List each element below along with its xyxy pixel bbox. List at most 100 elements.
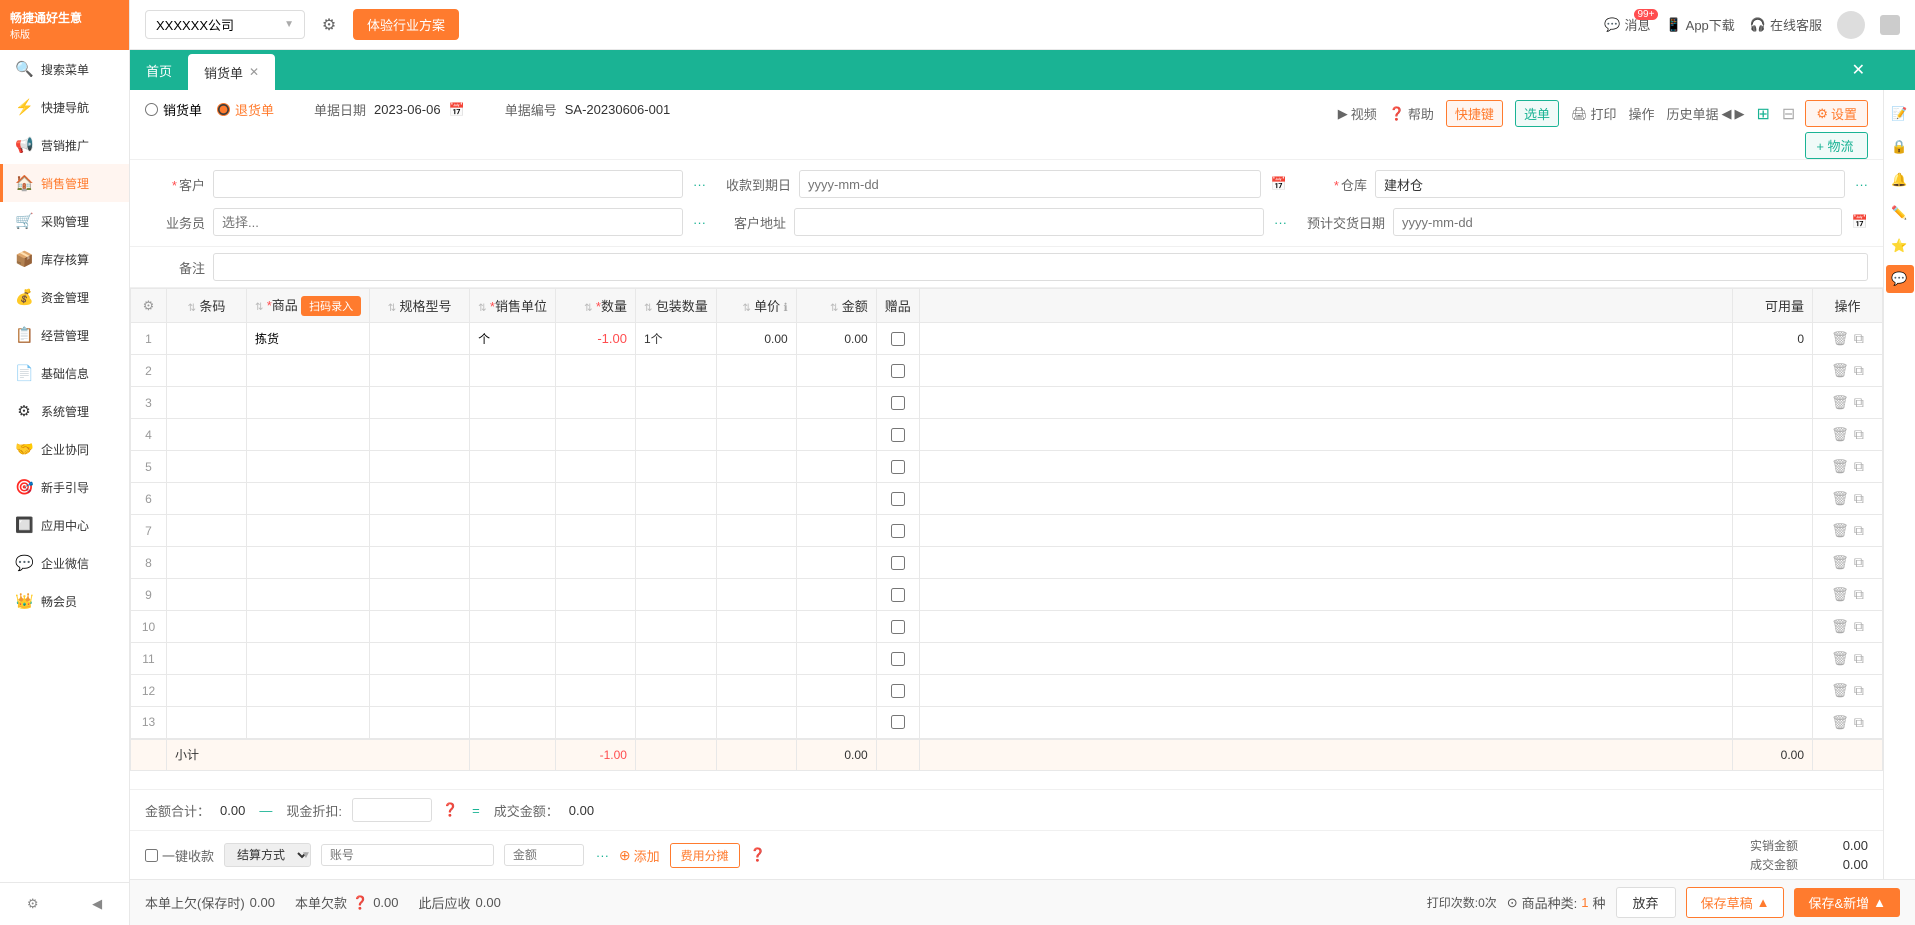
row-gift-0[interactable]	[876, 323, 919, 355]
spec-input-4[interactable]	[378, 460, 461, 474]
payment-date-input[interactable]	[799, 170, 1261, 198]
barcode-sort-icon[interactable]: ⇅	[188, 303, 196, 314]
unit-input-4[interactable]	[478, 460, 547, 474]
notes-input[interactable]	[213, 253, 1868, 281]
row-product-3[interactable]	[247, 419, 370, 451]
salesperson-input[interactable]	[213, 208, 683, 236]
sidebar-item-14[interactable]: 👑畅会员	[0, 582, 129, 620]
cash-discount-input[interactable]	[352, 798, 432, 822]
row-spec-1[interactable]	[370, 355, 470, 387]
gift-checkbox-10[interactable]	[891, 652, 905, 666]
gift-checkbox-4[interactable]	[891, 460, 905, 474]
row-amount-7[interactable]	[796, 547, 876, 579]
spec-sort-icon[interactable]: ⇅	[388, 303, 396, 314]
user-avatar2[interactable]	[1880, 15, 1900, 35]
customer-address-input[interactable]	[794, 208, 1264, 236]
shortcut-link[interactable]: 快捷键	[1446, 100, 1503, 127]
row-pkg-5[interactable]	[635, 483, 716, 515]
gift-checkbox-6[interactable]	[891, 524, 905, 538]
row-product-2[interactable]	[247, 387, 370, 419]
spec-input-0[interactable]	[378, 332, 461, 346]
unit-input-3[interactable]	[478, 428, 547, 442]
delete-icon-0[interactable]: 🗑	[1831, 330, 1849, 347]
row-product-8[interactable]	[247, 579, 370, 611]
row-barcode-0[interactable]	[167, 323, 247, 355]
topbar-gear-btn[interactable]: ⚙	[315, 11, 343, 39]
row-spec-12[interactable]	[370, 707, 470, 739]
rt-note-btn[interactable]: 📝	[1886, 100, 1914, 128]
row-qty-8[interactable]	[555, 579, 635, 611]
row-barcode-7[interactable]	[167, 547, 247, 579]
gift-checkbox-0[interactable]	[891, 332, 905, 346]
gift-checkbox-8[interactable]	[891, 588, 905, 602]
row-amount-3[interactable]	[796, 419, 876, 451]
company-selector[interactable]: XXXXXX公司 ▼	[145, 10, 305, 39]
settlement-method-select[interactable]: 结算方式	[224, 843, 311, 867]
settings-button[interactable]: ⚙ 设置	[1805, 100, 1868, 127]
copy-icon-3[interactable]: ⧉	[1854, 426, 1864, 443]
online-service-btn[interactable]: 🎧 在线客服	[1750, 15, 1822, 34]
row-spec-8[interactable]	[370, 579, 470, 611]
radio-kinds-icon[interactable]: ⊙	[1507, 895, 1518, 911]
spec-input-12[interactable]	[378, 715, 461, 729]
barcode-input-5[interactable]	[175, 492, 238, 506]
row-gift-10[interactable]	[876, 643, 919, 675]
row-spec-4[interactable]	[370, 451, 470, 483]
barcode-input-10[interactable]	[175, 652, 238, 666]
row-barcode-8[interactable]	[167, 579, 247, 611]
unit-input-9[interactable]	[478, 620, 547, 634]
barcode-input-9[interactable]	[175, 620, 238, 634]
unit-input-2[interactable]	[478, 396, 547, 410]
payment-more-btn[interactable]: ···	[596, 848, 609, 863]
message-btn[interactable]: 💬 消息 99+	[1604, 15, 1650, 34]
unit-input-1[interactable]	[478, 364, 547, 378]
row-product-9[interactable]	[247, 611, 370, 643]
row-barcode-3[interactable]	[167, 419, 247, 451]
copy-icon-10[interactable]: ⧉	[1854, 650, 1864, 667]
product-input-0[interactable]	[255, 331, 361, 345]
history-link[interactable]: 历史单据 ◀ ▶	[1667, 104, 1745, 123]
row-amount-5[interactable]	[796, 483, 876, 515]
row-amount-4[interactable]	[796, 451, 876, 483]
row-gift-1[interactable]	[876, 355, 919, 387]
unit-input-5[interactable]	[478, 492, 547, 506]
row-gift-11[interactable]	[876, 675, 919, 707]
product-input-10[interactable]	[255, 652, 361, 666]
delete-icon-11[interactable]: 🗑	[1831, 682, 1849, 699]
delete-icon-12[interactable]: 🗑	[1831, 714, 1849, 731]
trial-button[interactable]: 体验行业方案	[353, 9, 459, 40]
row-amount-11[interactable]	[796, 675, 876, 707]
row-barcode-12[interactable]	[167, 707, 247, 739]
row-unit-4[interactable]	[470, 451, 556, 483]
row-barcode-5[interactable]	[167, 483, 247, 515]
address-more-btn[interactable]: ···	[1274, 215, 1287, 230]
row-unit-8[interactable]	[470, 579, 556, 611]
expected-date-calendar-icon[interactable]: 📅	[1852, 214, 1868, 230]
row-price-2[interactable]	[716, 387, 796, 419]
spec-input-3[interactable]	[378, 428, 461, 442]
product-input-11[interactable]	[255, 684, 361, 698]
row-unit-7[interactable]	[470, 547, 556, 579]
delete-icon-8[interactable]: 🗑	[1831, 586, 1849, 603]
row-gift-8[interactable]	[876, 579, 919, 611]
sidebar-item-4[interactable]: 🛒采购管理	[0, 202, 129, 240]
row-price-7[interactable]	[716, 547, 796, 579]
tab-close-btn[interactable]: ✕	[249, 65, 259, 79]
row-product-4[interactable]	[247, 451, 370, 483]
spec-input-9[interactable]	[378, 620, 461, 634]
product-input-7[interactable]	[255, 556, 361, 570]
row-pkg-4[interactable]	[635, 451, 716, 483]
row-gift-2[interactable]	[876, 387, 919, 419]
delete-icon-4[interactable]: 🗑	[1831, 458, 1849, 475]
row-qty-0[interactable]: -1.00	[555, 323, 635, 355]
product-input-12[interactable]	[255, 715, 361, 729]
row-qty-1[interactable]	[555, 355, 635, 387]
help-link[interactable]: ❓ 帮助	[1389, 104, 1434, 123]
spec-input-6[interactable]	[378, 524, 461, 538]
unit-input-6[interactable]	[478, 524, 547, 538]
delete-icon-9[interactable]: 🗑	[1831, 618, 1849, 635]
row-gift-9[interactable]	[876, 611, 919, 643]
row-qty-5[interactable]	[555, 483, 635, 515]
close-all-tabs-btn[interactable]: ✕	[1852, 60, 1865, 80]
row-qty-11[interactable]	[555, 675, 635, 707]
